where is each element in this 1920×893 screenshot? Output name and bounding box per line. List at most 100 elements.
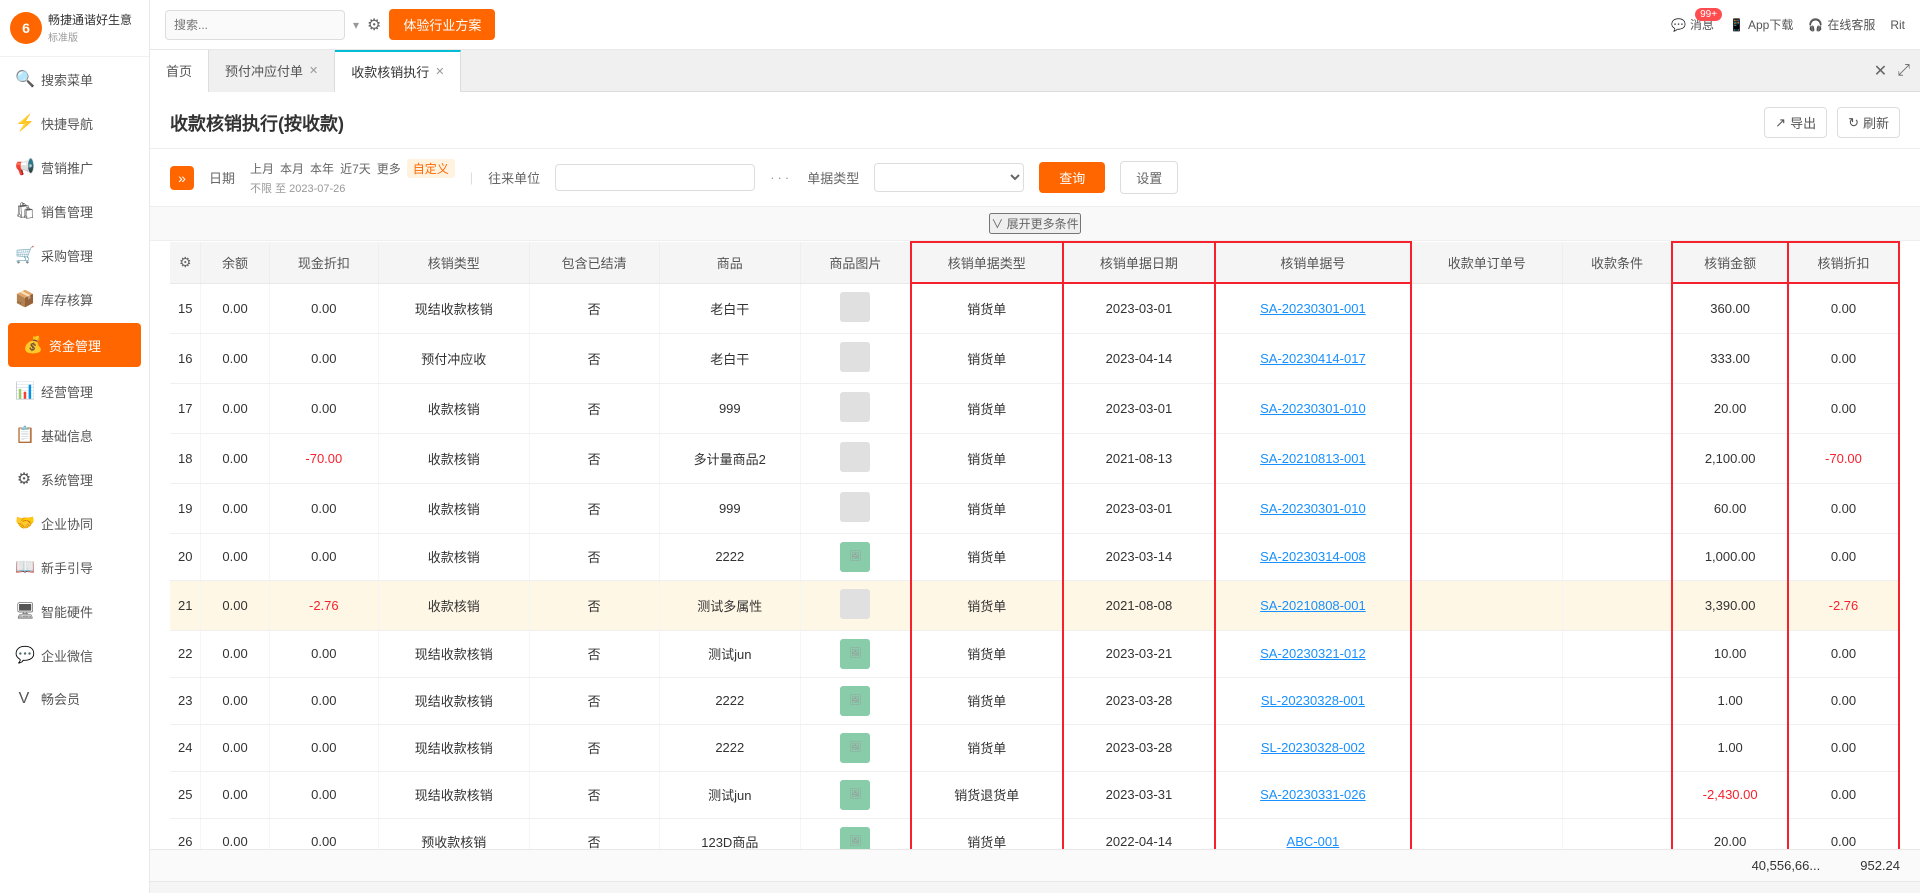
cell-payment-cond <box>1562 533 1672 580</box>
bill-no-link[interactable]: SL-20230328-002 <box>1261 740 1365 755</box>
sidebar-item-3[interactable]: 🛍 销售管理 <box>0 189 149 233</box>
cell-bill-date: 2023-03-01 <box>1063 483 1215 533</box>
col-settings: ⚙ <box>170 242 201 283</box>
from-unit-input[interactable] <box>555 164 755 191</box>
settings-button[interactable]: 设置 <box>1120 161 1178 194</box>
sidebar-item-12[interactable]: 🖥 智能硬件 <box>0 589 149 633</box>
settings-icon[interactable]: ⚙ <box>367 15 381 35</box>
date-options: 上月 本月 本年 近7天 更多 自定义 <box>250 159 455 178</box>
sidebar-item-2[interactable]: 📢 营销推广 <box>0 145 149 189</box>
cell-product-img <box>801 283 911 333</box>
cell-order-no <box>1411 580 1562 630</box>
cell-amount: 3,390.00 <box>1672 580 1788 630</box>
bill-no-link[interactable]: SA-20230314-008 <box>1260 549 1366 564</box>
sidebar-item-4[interactable]: 🛒 采购管理 <box>0 233 149 277</box>
cell-product: 老白干 <box>659 333 800 383</box>
cell-settled: 否 <box>529 383 659 433</box>
tab-prepayment[interactable]: 预付冲应付单 ✕ <box>209 50 335 92</box>
export-button[interactable]: ↗ 导出 <box>1764 107 1827 138</box>
sidebar-icon-12: 🖥 <box>15 601 33 621</box>
cell-bill-no: SL-20230328-002 <box>1215 724 1411 771</box>
cell-product: 123D商品 <box>659 818 800 849</box>
bill-no-link[interactable]: ABC-001 <box>1287 834 1340 849</box>
horizontal-scrollbar[interactable] <box>150 881 1920 893</box>
sidebar-icon-11: 📖 <box>15 557 33 577</box>
sidebar-item-0[interactable]: 🔍 搜索菜单 <box>0 57 149 101</box>
sidebar-item-6[interactable]: 💰 资金管理 <box>8 323 141 367</box>
sidebar-item-8[interactable]: 📋 基础信息 <box>0 413 149 457</box>
cell-bill-no: SA-20210808-001 <box>1215 580 1411 630</box>
filter-expand-button[interactable]: » <box>170 166 194 190</box>
tab-writeoff[interactable]: 收款核销执行 ✕ <box>335 50 461 92</box>
sidebar-item-11[interactable]: 📖 新手引导 <box>0 545 149 589</box>
cell-bill-type: 销货单 <box>911 580 1063 630</box>
prepayment-tab-label: 预付冲应付单 <box>225 61 303 80</box>
cell-settled: 否 <box>529 533 659 580</box>
cell-id: 24 <box>170 724 201 771</box>
table-row: 23 0.00 0.00 现结收款核销 否 2222 🖼 销货单 2023-03… <box>170 677 1899 724</box>
close-tab-button[interactable]: ✕ <box>1874 61 1887 81</box>
maximize-button[interactable]: ⤢ <box>1897 62 1910 80</box>
cell-balance: 0.00 <box>201 483 269 533</box>
refresh-button[interactable]: ↻ 刷新 <box>1837 107 1900 138</box>
cell-balance: 0.00 <box>201 677 269 724</box>
sidebar-item-1[interactable]: ⚡ 快捷导航 <box>0 101 149 145</box>
dropdown-arrow-icon[interactable]: ▾ <box>353 18 359 32</box>
cell-order-no <box>1411 333 1562 383</box>
cell-product-img: 🖼 <box>801 677 911 724</box>
cell-bill-no: SA-20230301-001 <box>1215 283 1411 333</box>
tab-home[interactable]: 首页 <box>150 50 209 92</box>
bill-no-link[interactable]: SA-20230301-001 <box>1260 301 1366 316</box>
bill-no-link[interactable]: SA-20230414-017 <box>1260 351 1366 366</box>
this-year-option[interactable]: 本年 <box>310 160 334 177</box>
bill-no-link[interactable]: SA-20230301-010 <box>1260 401 1366 416</box>
cell-bill-no: SA-20230331-026 <box>1215 771 1411 818</box>
bill-no-link[interactable]: SA-20210813-001 <box>1260 451 1366 466</box>
message-item[interactable]: 💬 消息 99+ <box>1671 16 1714 33</box>
cell-bill-no: SA-20230314-008 <box>1215 533 1411 580</box>
expand-more-button[interactable]: ∨ 展开更多条件 <box>989 213 1080 234</box>
bill-no-link[interactable]: SA-20230331-026 <box>1260 787 1366 802</box>
cell-settled: 否 <box>529 724 659 771</box>
headset-icon: 🎧 <box>1808 18 1823 32</box>
cell-product: 2222 <box>659 677 800 724</box>
prepayment-tab-close-icon[interactable]: ✕ <box>309 64 318 77</box>
col-bill-date: 核销单据日期 <box>1063 242 1215 283</box>
cell-amount: 20.00 <box>1672 818 1788 849</box>
cell-discount: 0.00 <box>1788 771 1899 818</box>
app-download-item[interactable]: 📱 App下载 <box>1729 16 1793 33</box>
cell-id: 26 <box>170 818 201 849</box>
bill-type-select[interactable] <box>874 163 1024 192</box>
custom-date-option[interactable]: 自定义 <box>407 159 455 178</box>
more-date-option[interactable]: 更多 <box>377 160 401 177</box>
cell-amount: 333.00 <box>1672 333 1788 383</box>
cell-order-no <box>1411 677 1562 724</box>
cell-discount: 0.00 <box>1788 724 1899 771</box>
sidebar-item-7[interactable]: 📊 经营管理 <box>0 369 149 413</box>
bill-no-link[interactable]: SA-20230301-010 <box>1260 501 1366 516</box>
expand-more-label: 展开更多条件 <box>1007 217 1079 231</box>
cell-payment-cond <box>1562 771 1672 818</box>
this-month-option[interactable]: 本月 <box>280 160 304 177</box>
sidebar-item-5[interactable]: 📦 库存核算 <box>0 277 149 321</box>
bill-no-link[interactable]: SL-20230328-001 <box>1261 693 1365 708</box>
sidebar-item-10[interactable]: 🤝 企业协同 <box>0 501 149 545</box>
product-image <box>840 589 870 619</box>
col-payment-cond: 收款条件 <box>1562 242 1672 283</box>
last-7-days-option[interactable]: 近7天 <box>340 160 371 177</box>
cell-settled: 否 <box>529 283 659 333</box>
search-button[interactable]: 查询 <box>1039 162 1105 193</box>
online-service-item[interactable]: 🎧 在线客服 <box>1808 16 1875 33</box>
last-month-option[interactable]: 上月 <box>250 160 274 177</box>
writeoff-tab-close-icon[interactable]: ✕ <box>435 65 444 78</box>
sidebar-item-14[interactable]: V 畅会员 <box>0 677 149 720</box>
bill-no-link[interactable]: SA-20210808-001 <box>1260 598 1366 613</box>
industry-solution-button[interactable]: 体验行业方案 <box>389 9 495 40</box>
search-input[interactable] <box>165 10 345 40</box>
sidebar-icon-6: 💰 <box>23 335 41 355</box>
sidebar-item-13[interactable]: 💬 企业微信 <box>0 633 149 677</box>
sidebar-label-4: 采购管理 <box>41 246 93 265</box>
sidebar-item-9[interactable]: ⚙ 系统管理 <box>0 457 149 501</box>
column-settings-icon[interactable]: ⚙ <box>179 254 192 270</box>
bill-no-link[interactable]: SA-20230321-012 <box>1260 646 1366 661</box>
